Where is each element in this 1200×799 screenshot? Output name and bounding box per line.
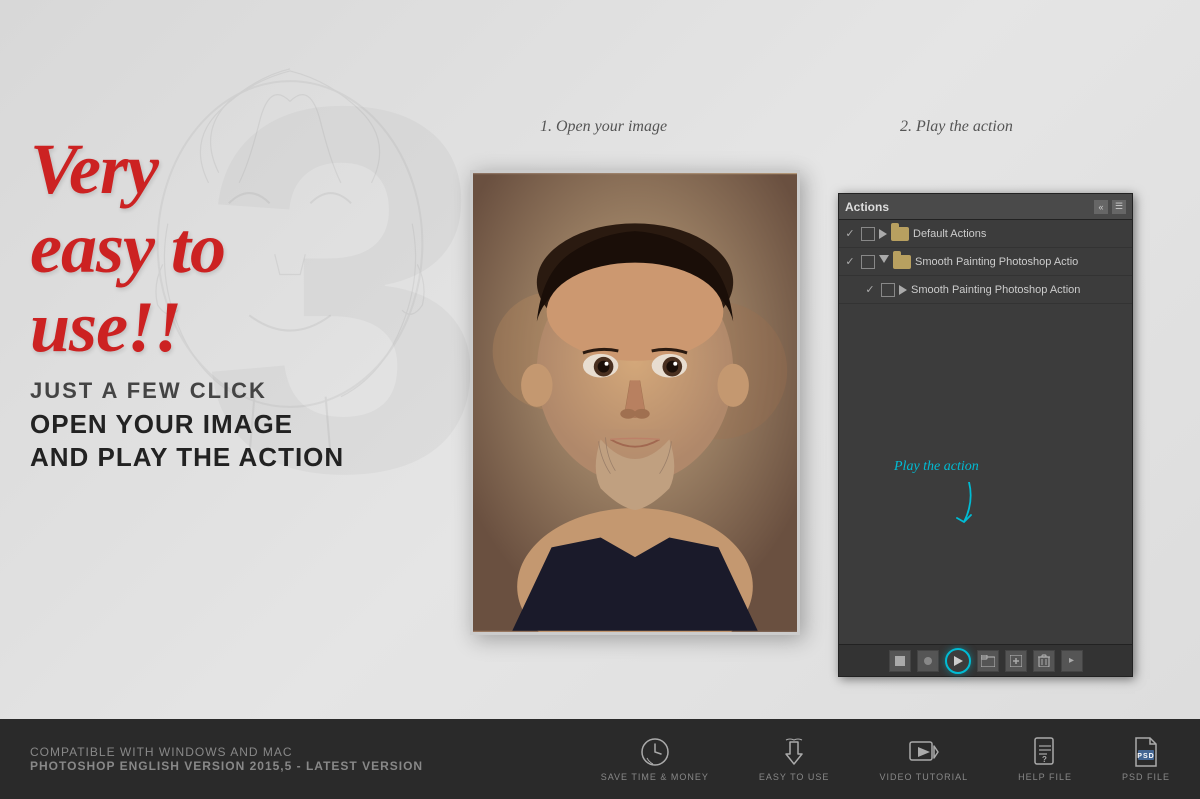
ps-content-area: Play the action [839,304,1132,644]
save-time-label: SAVE TIME & MONEY [601,772,709,782]
psd-file-icon: PSD [1130,736,1162,768]
ps-panel-header: Actions « ☰ [839,194,1132,220]
compatibility-text: COMPATIBLE WITH WINDOWS AND MAC [30,745,601,759]
bottom-icons: SAVE TIME & MONEY EASY TO USE VIDEO TUTO… [601,736,1170,782]
triangle-smooth-folder[interactable] [879,255,889,268]
check-default: ✓ [843,227,857,241]
left-section: Very easy to use!! JUST A FEW CLICK OPEN… [30,130,450,475]
ps-panel-title: Actions [845,200,889,214]
bottom-info: COMPATIBLE WITH WINDOWS AND MAC PHOTOSHO… [30,745,601,773]
folder-icon-default [891,227,909,241]
square-icon-default [861,227,875,241]
play-button[interactable] [945,648,971,674]
check-smooth-action: ✓ [863,283,877,297]
easy-to-use-icon [778,736,810,768]
ps-toolbar: ▸ [839,644,1132,676]
step2-label: 2. Play the action [900,118,1013,136]
photo-container [470,170,800,635]
version-text: PHOTOSHOP ENGLISH VERSION 2015,5 - LATES… [30,759,601,773]
easy-to-use-text: Very easy to use!! [30,130,450,368]
ps-panel: Actions « ☰ ✓ Default Actions ✓ Smooth P… [838,193,1133,677]
ps-row-smooth-action[interactable]: ✓ Smooth Painting Photoshop Action [839,276,1132,304]
video-tutorial-label: VIDEO TUTORIAL [879,772,968,782]
ps-row-default-actions[interactable]: ✓ Default Actions [839,220,1132,248]
triangle-default[interactable] [879,229,887,239]
new-folder-button[interactable] [977,650,999,672]
square-icon-smooth-action [881,283,895,297]
save-time-icon-item: SAVE TIME & MONEY [601,736,709,782]
new-action-button[interactable] [1005,650,1027,672]
video-tutorial-icon-item: VIDEO TUTORIAL [879,736,968,782]
delete-button[interactable] [1033,650,1055,672]
triangle-smooth-action[interactable] [899,285,907,295]
square-icon-smooth-folder [861,255,875,269]
folder-icon-smooth [893,255,911,269]
psd-file-icon-item: PSD PSD FILE [1122,736,1170,782]
just-few-clicks-text: JUST A FEW CLICK [30,378,450,404]
smooth-action-label: Smooth Painting Photoshop Action [911,284,1128,296]
panel-options-button[interactable]: ▸ [1061,650,1083,672]
panel-menu[interactable]: ☰ [1112,200,1126,214]
play-annotation: Play the action [894,459,979,475]
easy-to-use-icon-item: EASY TO USE [759,736,830,782]
step1-label: 1. Open your image [540,118,667,136]
bottom-bar: COMPATIBLE WITH WINDOWS AND MAC PHOTOSHO… [0,719,1200,799]
play-icon [954,656,963,666]
save-time-icon [639,736,671,768]
portrait-svg [473,170,797,635]
photo-placeholder [473,173,797,632]
svg-text:?: ? [1042,755,1048,764]
help-file-icon: ? [1029,736,1061,768]
help-file-label: HELP FILE [1018,772,1072,782]
stop-button[interactable] [889,650,911,672]
panel-double-arrow[interactable]: « [1094,200,1108,214]
ps-panel-controls[interactable]: « ☰ [1094,200,1126,214]
annotation-arrow [949,482,999,542]
video-tutorial-icon [908,736,940,768]
default-actions-label: Default Actions [913,228,1128,240]
easy-to-use-label: EASY TO USE [759,772,830,782]
help-file-icon-item: ? HELP FILE [1018,736,1072,782]
record-button[interactable] [917,650,939,672]
smooth-folder-label: Smooth Painting Photoshop Actio [915,256,1128,268]
check-smooth-folder: ✓ [843,255,857,269]
svg-text:PSD: PSD [1137,753,1154,760]
ps-row-smooth-folder[interactable]: ✓ Smooth Painting Photoshop Actio [839,248,1132,276]
psd-file-label: PSD FILE [1122,772,1170,782]
open-image-text: OPEN YOUR IMAGE AND PLAY THE ACTION [30,408,450,476]
